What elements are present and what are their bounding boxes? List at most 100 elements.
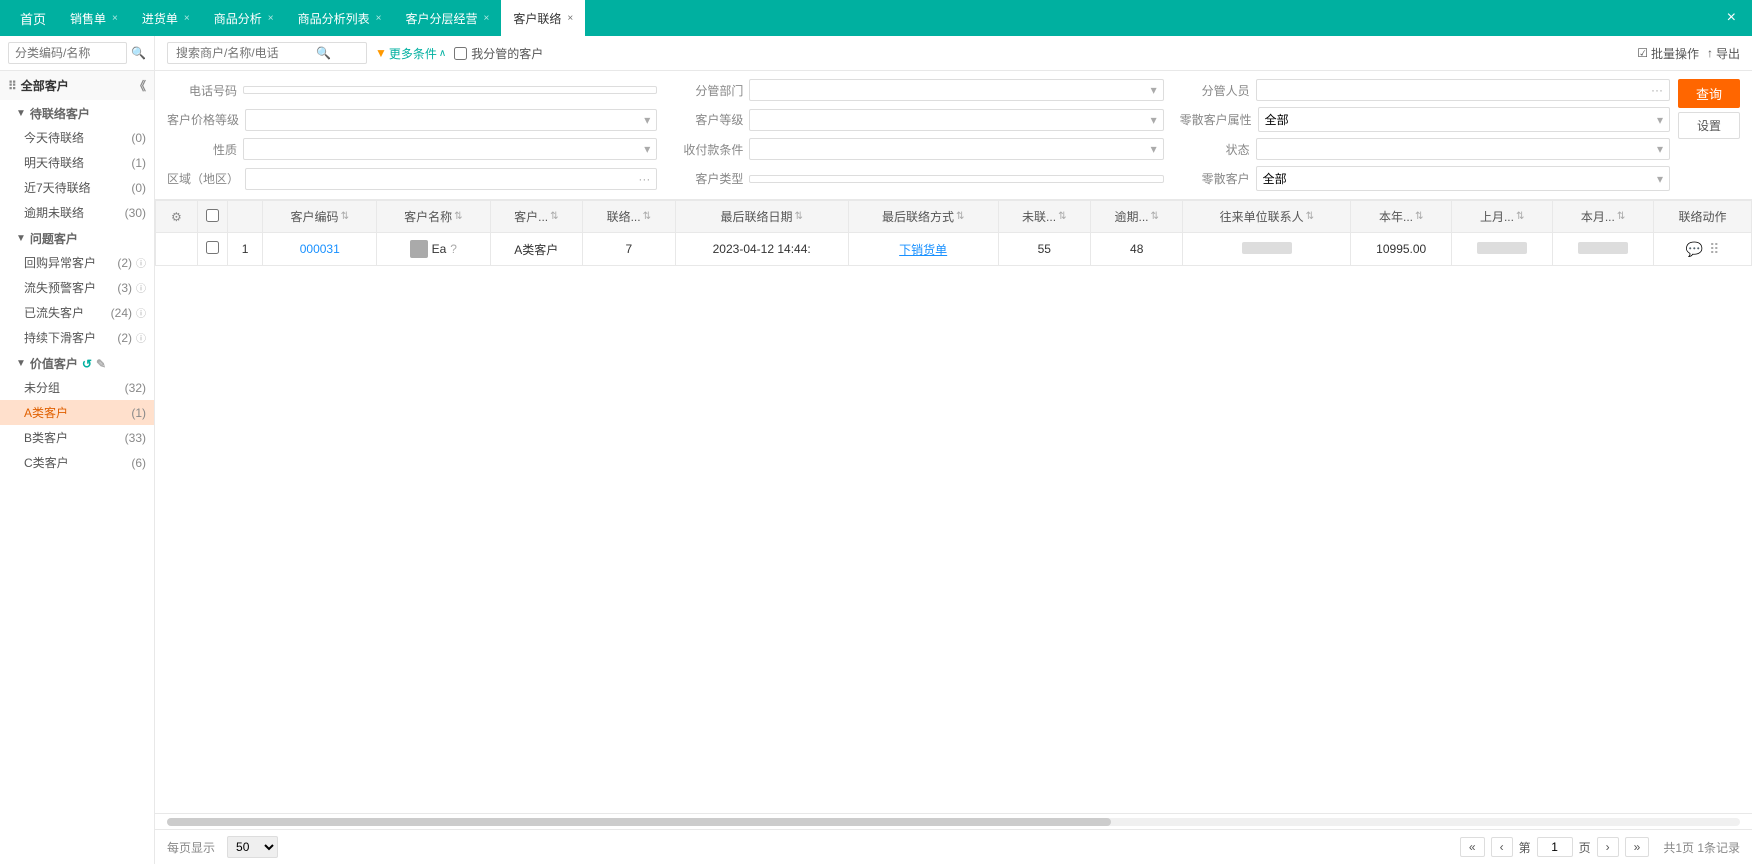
- scrollbar-thumb[interactable]: [167, 818, 1111, 826]
- close-analysis-tab[interactable]: ×: [268, 13, 274, 24]
- group-problem-customers[interactable]: ▼ 问题客户: [0, 225, 154, 250]
- col-last-method[interactable]: 最后联络方式 ⇅: [848, 201, 998, 233]
- nav-tab-purchase[interactable]: 进货单 ×: [130, 0, 202, 36]
- nav-tab-customer-tier[interactable]: 客户分层经营 ×: [393, 0, 501, 36]
- col-this-month-sort[interactable]: 本月... ⇅: [1561, 208, 1645, 225]
- select-all-checkbox[interactable]: [206, 209, 219, 222]
- cell-last-method[interactable]: 下销货单: [848, 233, 998, 266]
- more-conditions-btn[interactable]: ▼ 更多条件 ∧: [375, 45, 446, 62]
- sidebar-search-input[interactable]: [8, 42, 127, 64]
- price-grade-select[interactable]: ▾: [245, 109, 657, 131]
- edit-group-icon[interactable]: ✎: [96, 357, 106, 371]
- cell-name[interactable]: Ea ?: [377, 233, 491, 266]
- filter-search-icon[interactable]: 🔍: [316, 46, 331, 60]
- sort-last-month-icon: ⇅: [1516, 211, 1524, 222]
- payment-select[interactable]: ▾: [749, 138, 1163, 160]
- sidebar-search-icon[interactable]: 🔍: [131, 46, 146, 60]
- gear-icon[interactable]: ⚙: [171, 210, 182, 224]
- prev-page-btn[interactable]: ‹: [1491, 837, 1513, 857]
- col-name[interactable]: 客户名称 ⇅: [377, 201, 491, 233]
- row-checkbox[interactable]: [206, 241, 219, 254]
- qr-icon[interactable]: ⠿: [1709, 241, 1719, 258]
- nav-home[interactable]: 首页: [8, 9, 58, 28]
- region-select[interactable]: ···: [245, 168, 657, 190]
- settings-button[interactable]: 设置: [1678, 112, 1740, 139]
- horizontal-scrollbar[interactable]: [155, 813, 1752, 829]
- last-page-btn[interactable]: »: [1625, 837, 1650, 857]
- first-page-btn[interactable]: «: [1460, 837, 1485, 857]
- batch-ops-btn[interactable]: ☑ 批量操作: [1637, 45, 1699, 62]
- sidebar-item-tomorrow[interactable]: 明天待联络 (1): [0, 150, 154, 175]
- my-customers-toggle[interactable]: 我分管的客户: [454, 45, 543, 62]
- col-code-sort[interactable]: 客户编码 ⇅: [271, 208, 368, 225]
- last-method-link[interactable]: 下销货单: [899, 243, 947, 257]
- col-overdue-sort[interactable]: 逾期... ⇅: [1099, 208, 1174, 225]
- nature-select[interactable]: ▾: [243, 138, 657, 160]
- sidebar-item-class-a[interactable]: A类客户 (1): [0, 400, 154, 425]
- sidebar-item-declining[interactable]: 持续下滑客户 (2) ⓘ: [0, 325, 154, 350]
- col-last-month[interactable]: 上月... ⇅: [1452, 201, 1553, 233]
- refresh-icon[interactable]: ↺: [82, 357, 92, 371]
- page-number-input[interactable]: [1537, 837, 1573, 857]
- col-last-month-sort[interactable]: 上月... ⇅: [1460, 208, 1544, 225]
- collapse-icon[interactable]: 《: [134, 77, 146, 94]
- my-customers-checkbox[interactable]: [454, 47, 467, 60]
- col-last-date[interactable]: 最后联络日期 ⇅: [675, 201, 848, 233]
- dept-select[interactable]: ▾: [749, 79, 1163, 101]
- col-last-date-sort[interactable]: 最后联络日期 ⇅: [684, 208, 840, 225]
- col-type-sort[interactable]: 客户... ⇅: [499, 208, 574, 225]
- customer-grade-select[interactable]: ▾: [749, 109, 1163, 131]
- close-all-tabs[interactable]: ×: [1719, 9, 1744, 27]
- customer-type-input[interactable]: [749, 175, 1163, 183]
- close-sales-tab[interactable]: ×: [112, 13, 118, 24]
- manager-select[interactable]: ···: [1256, 79, 1670, 101]
- all-customers-header[interactable]: ⠿ 全部客户 《: [0, 71, 154, 100]
- close-purchase-tab[interactable]: ×: [184, 13, 190, 24]
- col-unit-contact[interactable]: 往来单位联系人 ⇅: [1183, 201, 1351, 233]
- col-type[interactable]: 客户... ⇅: [490, 201, 582, 233]
- sidebar-item-lost[interactable]: 已流失客户 (24) ⓘ: [0, 300, 154, 325]
- scatter-attr-select[interactable]: 全部▾: [1258, 107, 1670, 132]
- region-dots: ···: [638, 172, 650, 186]
- col-last-method-sort[interactable]: 最后联络方式 ⇅: [857, 208, 990, 225]
- group-value-customers[interactable]: ▼ 价值客户 ↺ ✎: [0, 350, 154, 375]
- sidebar-item-lostwarning[interactable]: 流失预警客户 (3) ⓘ: [0, 275, 154, 300]
- sidebar-item-overdue[interactable]: 逾期未联络 (30): [0, 200, 154, 225]
- close-customer-contact-tab[interactable]: ×: [567, 13, 573, 24]
- cell-code[interactable]: 000031: [263, 233, 377, 266]
- scatter-select[interactable]: 全部▾: [1256, 166, 1670, 191]
- nav-tab-analysis[interactable]: 商品分析 ×: [202, 0, 286, 36]
- close-analysis-list-tab[interactable]: ×: [376, 13, 382, 24]
- col-this-month[interactable]: 本月... ⇅: [1553, 201, 1654, 233]
- nav-tab-customer-contact[interactable]: 客户联络 ×: [501, 0, 585, 36]
- sidebar-item-class-b[interactable]: B类客户 (33): [0, 425, 154, 450]
- col-code[interactable]: 客户编码 ⇅: [263, 201, 377, 233]
- col-this-year[interactable]: 本年... ⇅: [1351, 201, 1452, 233]
- col-name-sort[interactable]: 客户名称 ⇅: [385, 208, 482, 225]
- next-page-btn[interactable]: ›: [1597, 837, 1619, 857]
- col-this-year-sort[interactable]: 本年... ⇅: [1359, 208, 1443, 225]
- sidebar-item-repurchase[interactable]: 回购异常客户 (2) ⓘ: [0, 250, 154, 275]
- sidebar-item-class-c[interactable]: C类客户 (6): [0, 450, 154, 475]
- status-select[interactable]: ▾: [1256, 138, 1670, 160]
- export-btn[interactable]: ↑ 导出: [1707, 45, 1740, 62]
- sidebar-item-ungroup[interactable]: 未分组 (32): [0, 375, 154, 400]
- sidebar-item-today[interactable]: 今天待联络 (0): [0, 125, 154, 150]
- col-contact[interactable]: 联络... ⇅: [583, 201, 675, 233]
- query-button[interactable]: 查询: [1678, 79, 1740, 108]
- nav-tab-sales[interactable]: 销售单 ×: [58, 0, 130, 36]
- col-gear[interactable]: ⚙: [156, 201, 198, 233]
- col-contact-sort[interactable]: 联络... ⇅: [591, 208, 666, 225]
- phone-input[interactable]: [243, 86, 657, 94]
- nav-tab-analysis-list[interactable]: 商品分析列表 ×: [286, 0, 394, 36]
- filter-search-input[interactable]: [176, 46, 316, 60]
- chat-icon[interactable]: 💬: [1686, 241, 1703, 258]
- sidebar-item-7days[interactable]: 近7天待联络 (0): [0, 175, 154, 200]
- col-no-contact[interactable]: 未联... ⇅: [998, 201, 1090, 233]
- close-customer-tier-tab[interactable]: ×: [483, 13, 489, 24]
- col-overdue[interactable]: 逾期... ⇅: [1090, 201, 1182, 233]
- group-pending-contact[interactable]: ▼ 待联络客户: [0, 100, 154, 125]
- col-unit-contact-sort[interactable]: 往来单位联系人 ⇅: [1191, 208, 1342, 225]
- page-size-select[interactable]: 50 100 200: [227, 836, 278, 858]
- col-no-contact-sort[interactable]: 未联... ⇅: [1007, 208, 1082, 225]
